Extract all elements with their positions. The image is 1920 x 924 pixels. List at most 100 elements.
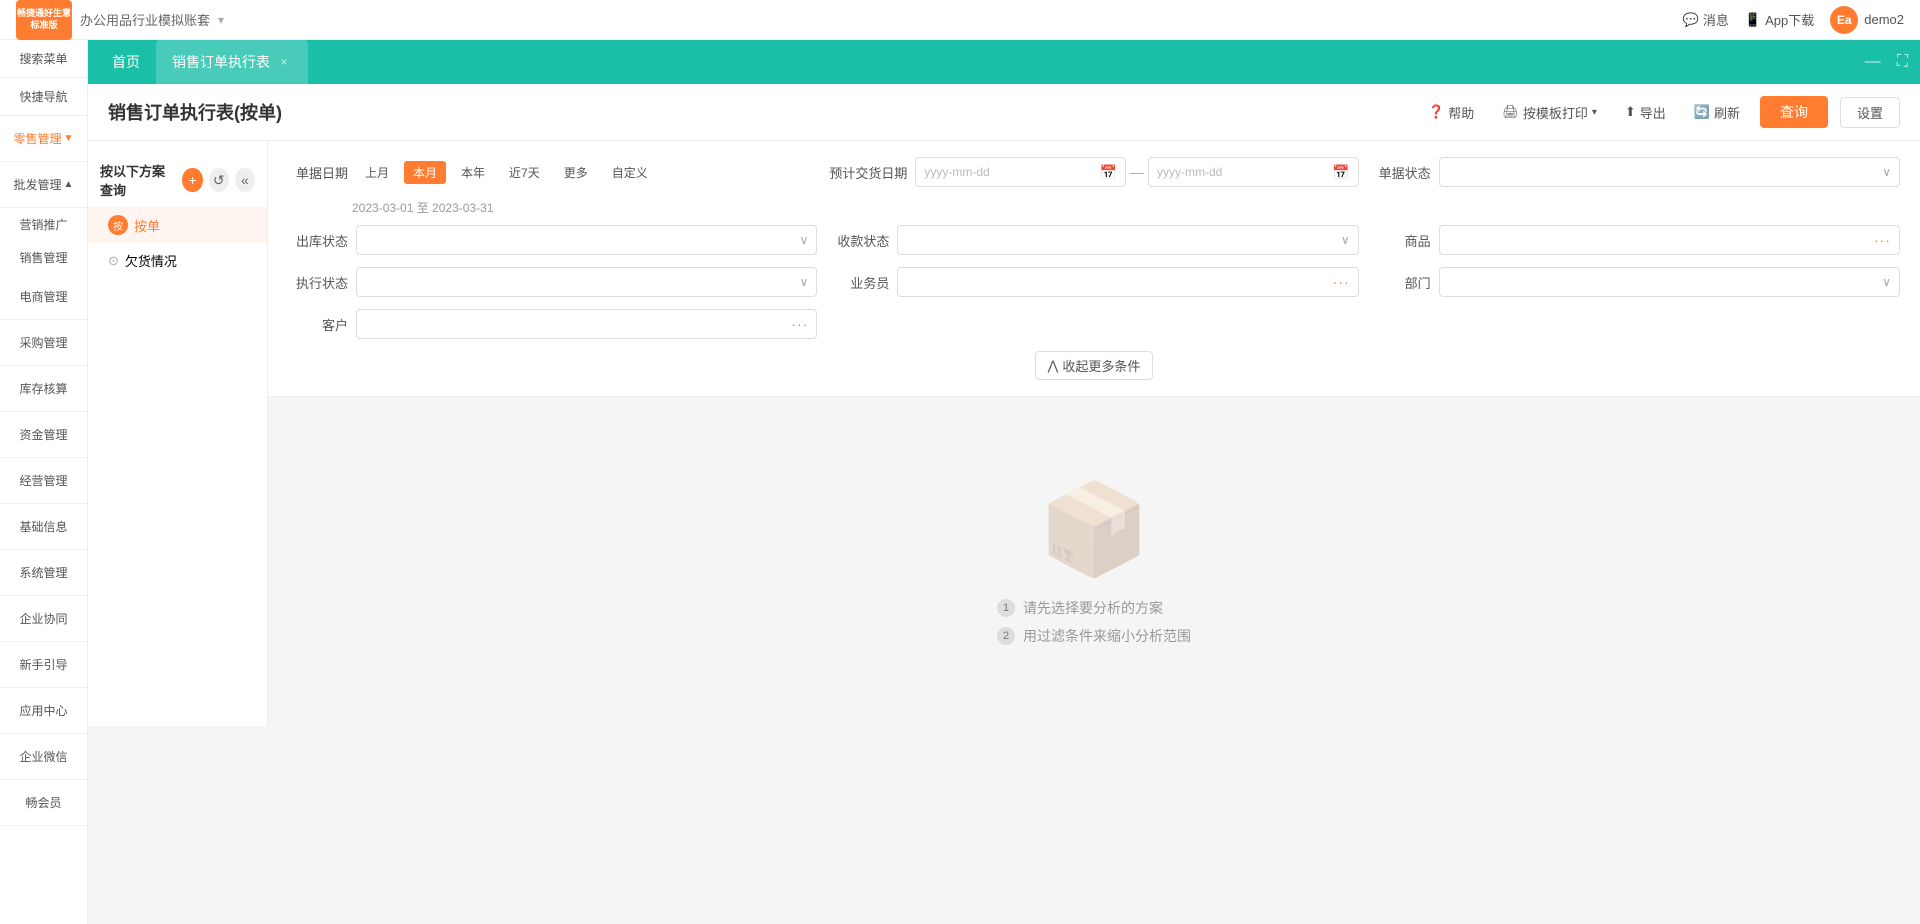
tab-bar: 首页 销售订单执行表 × — ⛶ — [88, 40, 1920, 84]
refresh-scheme-button[interactable]: ↺ — [209, 168, 229, 192]
top-bar: 畅捷通好生意 标准版 办公用品行业模拟账套 ▾ 💬 消息 📱 App下载 Ea … — [0, 0, 1920, 40]
product-input[interactable]: ··· — [1439, 225, 1900, 255]
date-label: 单据日期 — [288, 163, 348, 182]
customer-dots-icon: ··· — [791, 316, 808, 332]
scheme-order-icon: 按 — [108, 215, 128, 235]
tab-close-icon[interactable]: × — [276, 54, 292, 70]
export-button[interactable]: ⬆ 导出 — [1617, 99, 1674, 126]
sidebar-item-apps[interactable]: 应用中心 — [0, 688, 87, 734]
sidebar-item-sales[interactable]: 销售管理 — [0, 241, 87, 274]
status-input[interactable]: ∨ — [1439, 157, 1900, 187]
page-title: 销售订单执行表(按单) — [108, 99, 282, 125]
page-header: 销售订单执行表(按单) ❓ 帮助 🖨 按模板打印 ▾ ⬆ 导出 — [88, 84, 1920, 141]
filter-salesperson: 业务员 ··· — [829, 267, 1358, 297]
maximize-button[interactable]: ⛶ — [1893, 49, 1912, 75]
tab-home[interactable]: 首页 — [96, 40, 156, 84]
collapse-button[interactable]: ⋀ 收起更多条件 — [1035, 351, 1154, 380]
product-dots-icon: ··· — [1874, 232, 1891, 248]
user-menu[interactable]: Ea demo2 — [1830, 6, 1904, 34]
filter-customer: 客户 ··· — [288, 309, 817, 339]
out-status-input[interactable]: ∨ — [356, 225, 817, 255]
app-title-arrow[interactable]: ▾ — [218, 13, 224, 27]
customer-input[interactable]: ··· — [356, 309, 817, 339]
calendar-from-icon[interactable]: 📅 — [1100, 164, 1117, 181]
sidebar-item-inventory[interactable]: 库存核算 — [0, 366, 87, 412]
exec-status-arrow-icon: ∨ — [800, 275, 809, 289]
empty-tip-2: 2 用过滤条件来缩小分析范围 — [997, 626, 1191, 646]
sidebar-item-finance[interactable]: 资金管理 — [0, 412, 87, 458]
date-btn-custom[interactable]: 自定义 — [603, 161, 657, 184]
sidebar-item-newbie[interactable]: 新手引导 — [0, 642, 87, 688]
calendar-to-icon[interactable]: 📅 — [1332, 164, 1349, 181]
sidebar-item-wholesale[interactable]: 批发管理 ▲ — [0, 162, 87, 208]
receipt-status-label: 收款状态 — [829, 231, 889, 250]
minimize-button[interactable]: — — [1861, 49, 1885, 75]
exec-status-input[interactable]: ∨ — [356, 267, 817, 297]
sidebar-item-retail[interactable]: 零售管理 ▼ — [0, 116, 87, 162]
tip-1-num: 1 — [997, 599, 1015, 617]
side-scheme-panel: 按以下方案查询 + ↺ « 按 按单 ⊙ 欠货情况 — [88, 141, 268, 726]
message-icon: 💬 — [1683, 12, 1699, 28]
sidebar-item-basic[interactable]: 基础信息 — [0, 504, 87, 550]
date-btn-this-year[interactable]: 本年 — [452, 161, 494, 184]
sidebar-item-operations[interactable]: 经营管理 — [0, 458, 87, 504]
tip-2-text: 用过滤条件来缩小分析范围 — [1023, 626, 1191, 646]
collapse-label: 收起更多条件 — [1062, 356, 1140, 375]
customer-label: 客户 — [288, 315, 348, 334]
sidebar-item-purchase[interactable]: 采购管理 — [0, 320, 87, 366]
sidebar-item-marketing[interactable]: 营销推广 — [0, 208, 87, 241]
active-tab-label: 销售订单执行表 — [172, 52, 270, 72]
date-to-input[interactable]: yyyy-mm-dd 📅 — [1148, 157, 1359, 187]
filter-exec-status: 执行状态 ∨ — [288, 267, 817, 297]
tip-2-num: 2 — [997, 627, 1015, 645]
sidebar-item-system[interactable]: 系统管理 — [0, 550, 87, 596]
sidebar-item-enterprise[interactable]: 企业协同 — [0, 596, 87, 642]
filter-dept: 部门 ∨ — [1371, 267, 1900, 297]
add-scheme-button[interactable]: + — [182, 168, 202, 192]
receipt-status-arrow-icon: ∨ — [1341, 233, 1350, 247]
help-button[interactable]: ❓ 帮助 — [1420, 99, 1482, 126]
settings-button[interactable]: 设置 — [1840, 97, 1900, 128]
message-button[interactable]: 💬 消息 — [1683, 10, 1729, 29]
date-btn-last-month[interactable]: 上月 — [356, 161, 398, 184]
sidebar: 搜索菜单 快捷导航 零售管理 ▼ 批发管理 ▲ 营销推广 销售管理 电商管理 采… — [0, 40, 88, 924]
sidebar-search-menu[interactable]: 搜索菜单 — [0, 40, 87, 78]
scheme-item-debt[interactable]: ⊙ 欠货情况 — [88, 243, 267, 278]
date-separator: — — [1130, 164, 1144, 180]
status-arrow-icon: ∨ — [1882, 165, 1891, 179]
refresh-button[interactable]: 🔄 刷新 — [1686, 99, 1748, 126]
sidebar-item-wechat[interactable]: 企业微信 — [0, 734, 87, 780]
page-actions: ❓ 帮助 🖨 按模板打印 ▾ ⬆ 导出 🔄 刷新 — [1420, 96, 1900, 128]
template-print-button[interactable]: 🖨 按模板打印 ▾ — [1494, 99, 1605, 126]
filter-date: 单据日期 上月 本月 本年 近7天 更多 自定义 — [288, 157, 817, 187]
export-icon: ⬆ — [1625, 104, 1636, 120]
scheme-item-order[interactable]: 按 按单 — [88, 207, 267, 243]
empty-tip-1: 1 请先选择要分析的方案 — [997, 598, 1191, 618]
sidebar-item-member[interactable]: 畅会员 — [0, 780, 87, 826]
receipt-status-input[interactable]: ∨ — [897, 225, 1358, 255]
wholesale-arrow: ▲ — [64, 179, 74, 190]
filter-expected-date: 预计交货日期 yyyy-mm-dd 📅 — yyyy-mm-dd — [829, 157, 1358, 187]
date-range-display: 2023-03-01 至 2023-03-31 — [288, 199, 1900, 225]
query-button[interactable]: 查询 — [1760, 96, 1828, 128]
user-name: demo2 — [1864, 12, 1904, 27]
dept-input[interactable]: ∨ — [1439, 267, 1900, 297]
empty-illustration: 📦 — [1038, 477, 1150, 582]
date-btn-this-month[interactable]: 本月 — [404, 161, 446, 184]
app-download-button[interactable]: 📱 App下载 — [1745, 10, 1814, 29]
date-range-text: 2023-03-01 至 2023-03-31 — [352, 201, 493, 215]
tab-sales-order-exec[interactable]: 销售订单执行表 × — [156, 40, 308, 84]
retail-arrow: ▼ — [64, 133, 74, 144]
collapse-scheme-button[interactable]: « — [235, 168, 255, 192]
date-btn-7days[interactable]: 近7天 — [500, 161, 549, 184]
filter-empty-3 — [1371, 309, 1900, 339]
dept-label: 部门 — [1371, 273, 1431, 292]
app-title: 办公用品行业模拟账套 — [80, 10, 210, 29]
date-btn-more[interactable]: 更多 — [555, 161, 597, 184]
salesperson-input[interactable]: ··· — [897, 267, 1358, 297]
sidebar-item-ecommerce[interactable]: 电商管理 — [0, 274, 87, 320]
main-body: 按以下方案查询 + ↺ « 按 按单 ⊙ 欠货情况 — [88, 141, 1920, 726]
sidebar-quick-nav[interactable]: 快捷导航 — [0, 78, 87, 116]
date-from-input[interactable]: yyyy-mm-dd 📅 — [915, 157, 1126, 187]
filter-receipt-status: 收款状态 ∨ — [829, 225, 1358, 255]
